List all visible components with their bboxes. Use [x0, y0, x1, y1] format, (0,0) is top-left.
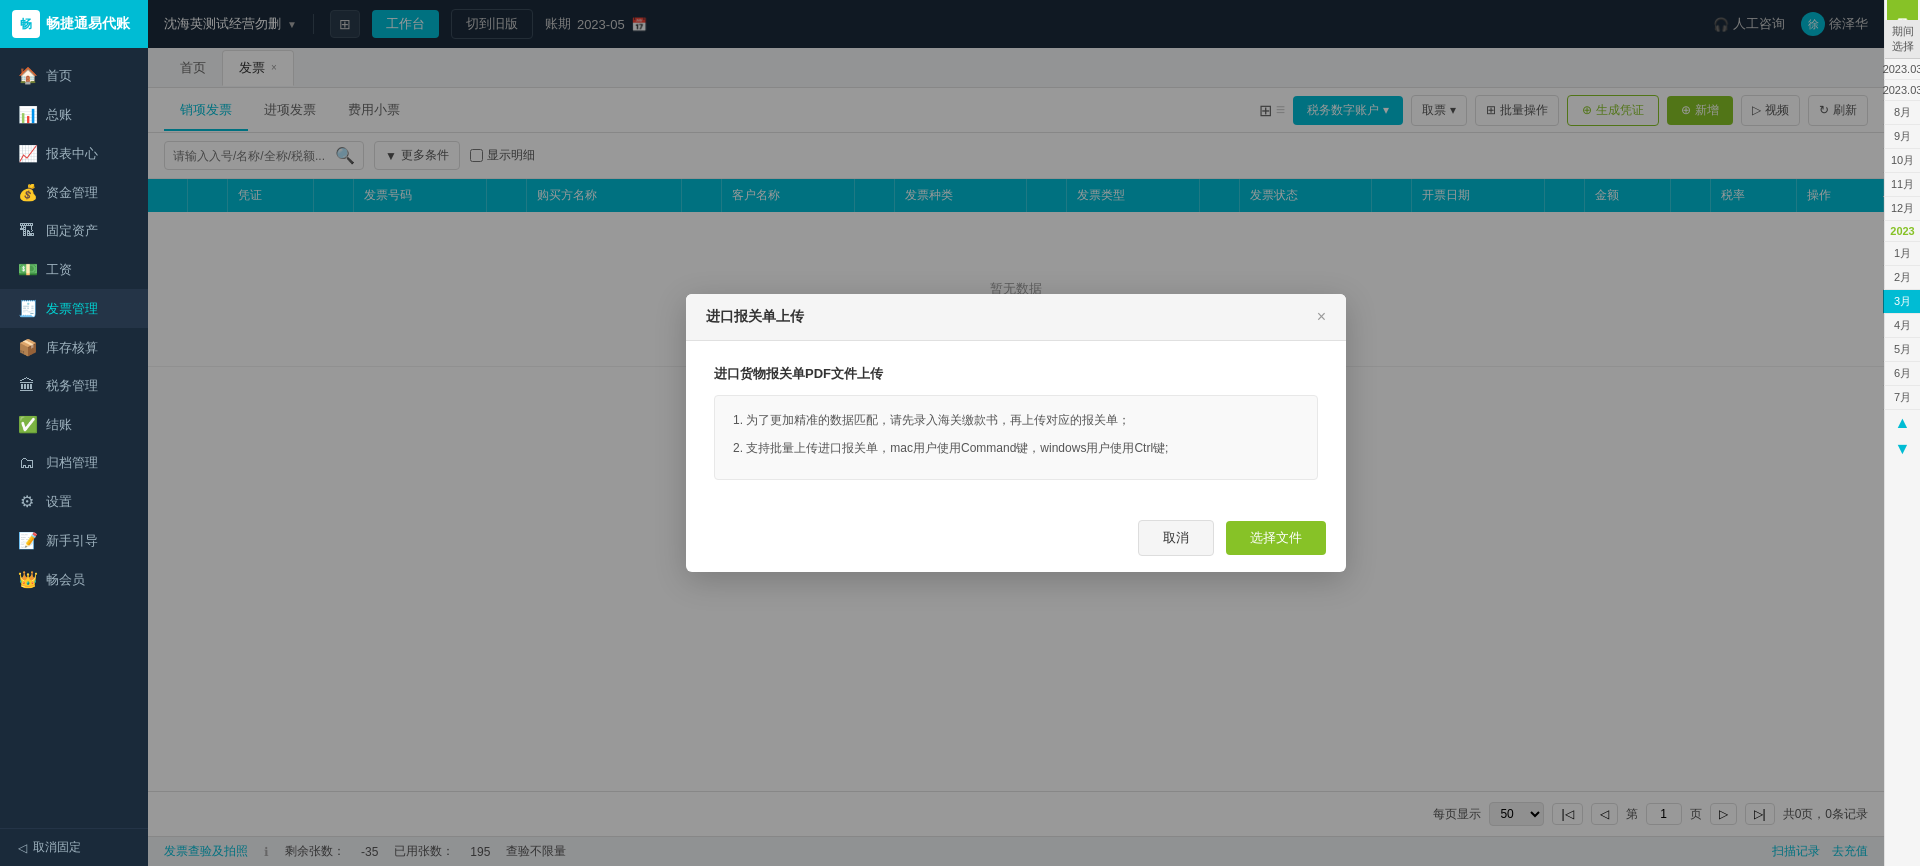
- logo-icon: 畅: [12, 10, 40, 38]
- sidebar: 畅 畅捷通易代账 🏠 首页 📊 总账 📈 报表中心 💰 资金管理 🏗 固定资产 💵 工资 🧾 发票管理 📦 库…: [0, 0, 148, 866]
- main-content: 沈海英测试经营勿删 ▼ ⊞ 工作台 切到旧版 账期 2023-05 📅 🎧 人工…: [148, 0, 1884, 866]
- right-panel: 开票日期 期间选择 2023.032023.038月9月10月11月12月202…: [1884, 0, 1920, 866]
- sidebar-label-1: 总账: [46, 106, 72, 124]
- modal-overlay: 进口报关单上传 × 进口货物报关单PDF文件上传 1. 为了更加精准的数据匹配，…: [148, 0, 1884, 866]
- sidebar-icon-9: ✅: [18, 415, 36, 434]
- period-item-10[interactable]: 3月: [1883, 290, 1920, 314]
- modal-header: 进口报关单上传 ×: [686, 294, 1346, 341]
- sidebar-icon-13: 👑: [18, 570, 36, 589]
- sidebar-item-资金管理[interactable]: 💰 资金管理: [0, 173, 148, 212]
- period-item-3[interactable]: 9月: [1883, 125, 1920, 149]
- period-item-7[interactable]: 2023: [1883, 221, 1920, 242]
- open-date-btn[interactable]: 开票日期: [1887, 0, 1918, 20]
- sidebar-icon-3: 💰: [18, 183, 36, 202]
- sidebar-label-8: 税务管理: [46, 377, 98, 395]
- sidebar-label-0: 首页: [46, 67, 72, 85]
- sidebar-label-2: 报表中心: [46, 145, 98, 163]
- sidebar-item-首页[interactable]: 🏠 首页: [0, 56, 148, 95]
- sidebar-item-畅会员[interactable]: 👑 畅会员: [0, 560, 148, 599]
- sidebar-label-10: 归档管理: [46, 454, 98, 472]
- period-item-0[interactable]: 2023.03: [1883, 59, 1920, 80]
- sidebar-item-归档管理[interactable]: 🗂 归档管理: [0, 444, 148, 482]
- sidebar-item-结账[interactable]: ✅ 结账: [0, 405, 148, 444]
- sidebar-item-工资[interactable]: 💵 工资: [0, 250, 148, 289]
- import-modal: 进口报关单上传 × 进口货物报关单PDF文件上传 1. 为了更加精准的数据匹配，…: [686, 294, 1346, 572]
- sidebar-label-3: 资金管理: [46, 184, 98, 202]
- sidebar-icon-5: 💵: [18, 260, 36, 279]
- sidebar-item-设置[interactable]: ⚙ 设置: [0, 482, 148, 521]
- period-up-btn[interactable]: ▲: [1891, 410, 1915, 436]
- sidebar-label-6: 发票管理: [46, 300, 98, 318]
- sidebar-footer-label: 取消固定: [33, 839, 81, 856]
- sidebar-icon-7: 📦: [18, 338, 36, 357]
- logo-text: 畅捷通易代账: [46, 15, 130, 33]
- sidebar-nav: 🏠 首页 📊 总账 📈 报表中心 💰 资金管理 🏗 固定资产 💵 工资 🧾 发票管理 📦 库存核算 🏛 税务管理 ✅…: [0, 48, 148, 828]
- sidebar-item-库存核算[interactable]: 📦 库存核算: [0, 328, 148, 367]
- period-list: 2023.032023.038月9月10月11月12月20231月2月3月4月5…: [1883, 59, 1920, 410]
- sidebar-item-报表中心[interactable]: 📈 报表中心: [0, 134, 148, 173]
- sidebar-icon-12: 📝: [18, 531, 36, 550]
- pin-icon: ◁: [18, 841, 27, 855]
- sidebar-logo: 畅 畅捷通易代账: [0, 0, 148, 48]
- period-item-8[interactable]: 1月: [1883, 242, 1920, 266]
- period-item-2[interactable]: 8月: [1883, 101, 1920, 125]
- period-item-5[interactable]: 11月: [1883, 173, 1920, 197]
- sidebar-item-发票管理[interactable]: 🧾 发票管理: [0, 289, 148, 328]
- sidebar-item-固定资产[interactable]: 🏗 固定资产: [0, 212, 148, 250]
- sidebar-item-税务管理[interactable]: 🏛 税务管理: [0, 367, 148, 405]
- modal-info-item-0: 1. 为了更加精准的数据匹配，请先录入海关缴款书，再上传对应的报关单；: [733, 410, 1299, 432]
- sidebar-icon-0: 🏠: [18, 66, 36, 85]
- sidebar-icon-1: 📊: [18, 105, 36, 124]
- period-item-9[interactable]: 2月: [1883, 266, 1920, 290]
- modal-cancel-button[interactable]: 取消: [1138, 520, 1214, 556]
- modal-confirm-button[interactable]: 选择文件: [1226, 521, 1326, 555]
- sidebar-icon-6: 🧾: [18, 299, 36, 318]
- sidebar-label-4: 固定资产: [46, 222, 98, 240]
- sidebar-label-12: 新手引导: [46, 532, 98, 550]
- period-item-13[interactable]: 6月: [1883, 362, 1920, 386]
- period-item-11[interactable]: 4月: [1883, 314, 1920, 338]
- period-down-btn[interactable]: ▼: [1891, 436, 1915, 462]
- period-item-6[interactable]: 12月: [1883, 197, 1920, 221]
- sidebar-label-5: 工资: [46, 261, 72, 279]
- sidebar-icon-11: ⚙: [18, 492, 36, 511]
- period-header: 期间选择: [1885, 20, 1920, 59]
- modal-info-item-1: 2. 支持批量上传进口报关单，mac用户使用Command键，windows用户…: [733, 438, 1299, 460]
- sidebar-icon-10: 🗂: [18, 454, 36, 472]
- modal-body: 进口货物报关单PDF文件上传 1. 为了更加精准的数据匹配，请先录入海关缴款书，…: [686, 341, 1346, 504]
- period-item-12[interactable]: 5月: [1883, 338, 1920, 362]
- sidebar-label-7: 库存核算: [46, 339, 98, 357]
- period-item-14[interactable]: 7月: [1883, 386, 1920, 410]
- sidebar-item-总账[interactable]: 📊 总账: [0, 95, 148, 134]
- modal-footer: 取消 选择文件: [686, 504, 1346, 572]
- modal-info-box: 1. 为了更加精准的数据匹配，请先录入海关缴款书，再上传对应的报关单； 2. 支持…: [714, 395, 1318, 480]
- sidebar-icon-2: 📈: [18, 144, 36, 163]
- sidebar-footer-item[interactable]: ◁ 取消固定: [0, 828, 148, 866]
- sidebar-label-13: 畅会员: [46, 571, 85, 589]
- modal-section-title: 进口货物报关单PDF文件上传: [714, 365, 1318, 383]
- sidebar-item-新手引导[interactable]: 📝 新手引导: [0, 521, 148, 560]
- sidebar-label-9: 结账: [46, 416, 72, 434]
- period-item-4[interactable]: 10月: [1883, 149, 1920, 173]
- period-item-1[interactable]: 2023.03: [1883, 80, 1920, 101]
- sidebar-icon-8: 🏛: [18, 377, 36, 395]
- sidebar-icon-4: 🏗: [18, 222, 36, 240]
- period-header-label: 期间选择: [1892, 25, 1914, 52]
- sidebar-label-11: 设置: [46, 493, 72, 511]
- modal-title: 进口报关单上传: [706, 308, 804, 326]
- modal-close-button[interactable]: ×: [1317, 308, 1326, 326]
